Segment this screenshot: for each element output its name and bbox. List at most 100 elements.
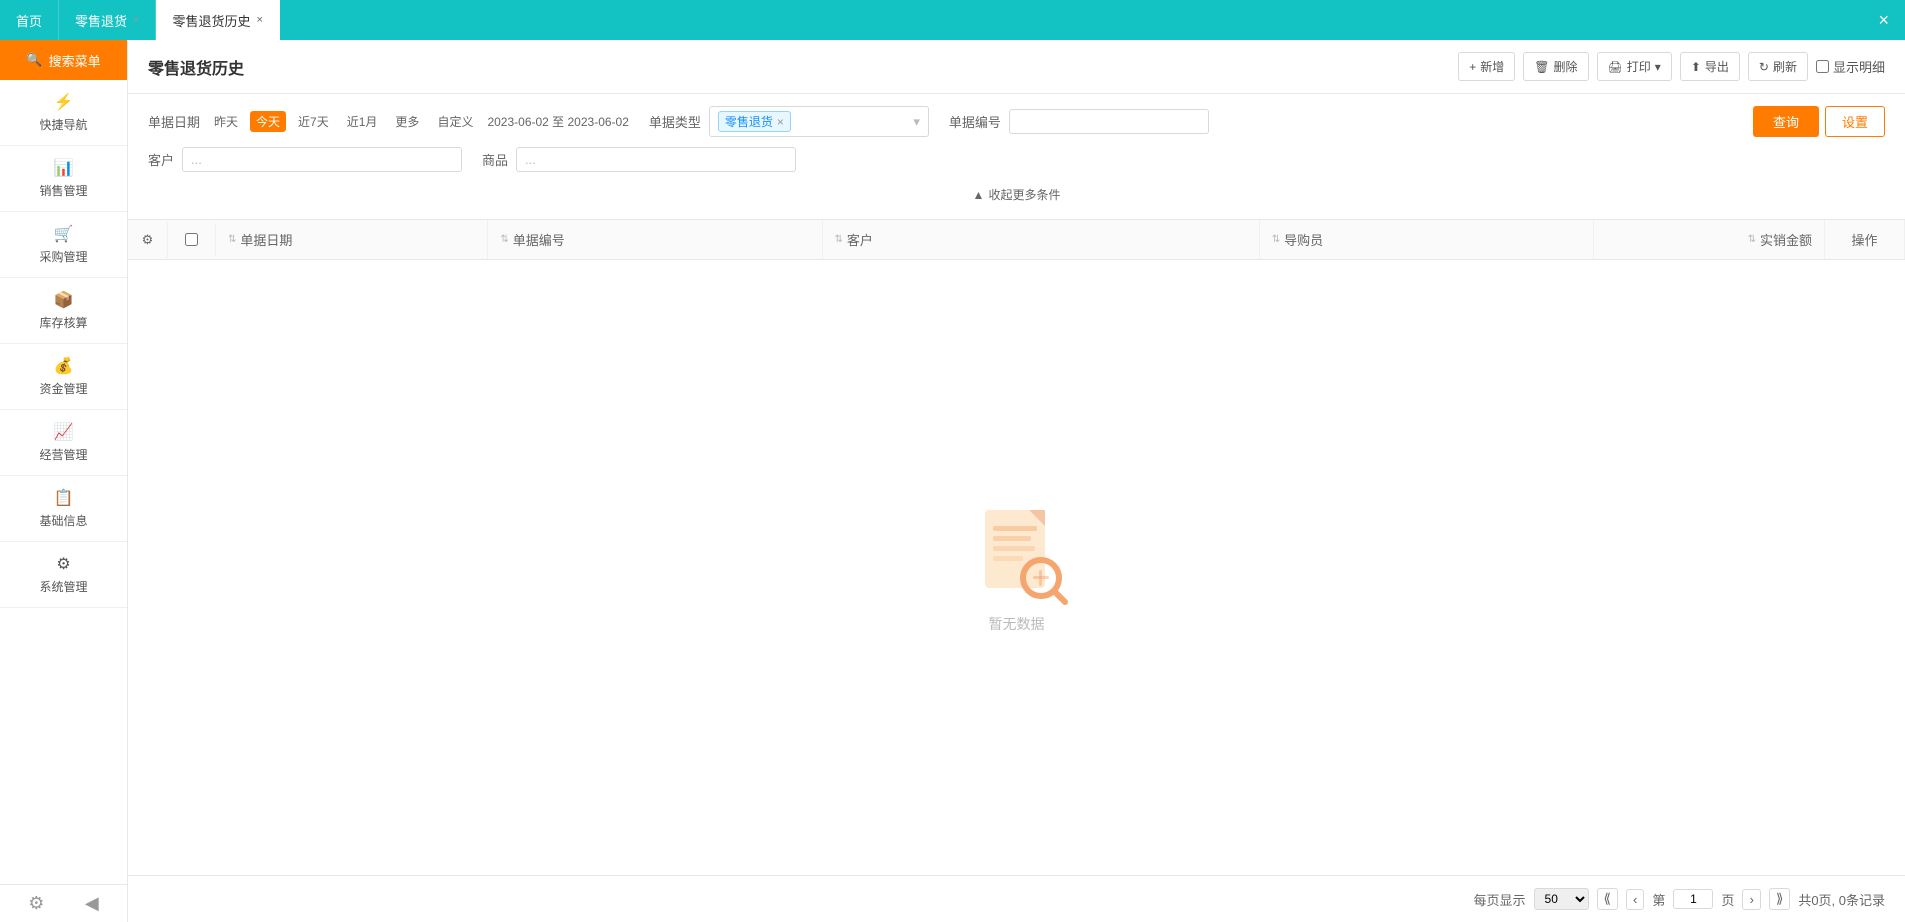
sidebar-item-finance[interactable]: 💰 资金管理 bbox=[0, 344, 127, 410]
type-dropdown-icon: ▾ bbox=[913, 114, 920, 130]
filter-type: 单据类型 零售退货 × ▾ bbox=[649, 106, 929, 137]
content-area: 零售退货历史 + 新增 🗑 删除 🖨 打印 ▾ bbox=[128, 40, 1905, 922]
delete-button[interactable]: 🗑 删除 bbox=[1523, 52, 1588, 81]
date-filter-label: 单据日期 bbox=[148, 112, 200, 131]
collapse-button[interactable]: ▲ 收起更多条件 bbox=[973, 186, 1061, 203]
select-all-checkbox[interactable] bbox=[185, 233, 198, 246]
toolbar: + 新增 🗑 删除 🖨 打印 ▾ ⬆ 导出 bbox=[1458, 52, 1885, 81]
collapse-row: ▲ 收起更多条件 bbox=[148, 182, 1885, 207]
operations-icon: 📈 bbox=[54, 422, 74, 442]
page-last-btn[interactable]: ⟫ bbox=[1769, 888, 1790, 910]
th-customer[interactable]: ⇅ 客户 bbox=[823, 220, 1260, 259]
th-settings[interactable]: ⚙ bbox=[128, 222, 168, 258]
sort-num-icon: ⇅ bbox=[500, 234, 508, 245]
tab-home[interactable]: 首页 bbox=[0, 0, 59, 40]
show-detail-label[interactable]: 显示明细 bbox=[1816, 57, 1885, 76]
date-filter-buttons: 昨天 今天 近7天 近1月 更多 自定义 bbox=[208, 111, 479, 132]
sidebar-item-finance-label: 资金管理 bbox=[39, 380, 87, 397]
sales-icon: 📊 bbox=[54, 158, 74, 178]
show-detail-checkbox[interactable] bbox=[1816, 60, 1829, 73]
page-number-input[interactable] bbox=[1673, 889, 1713, 909]
page-prev-btn[interactable]: ‹ bbox=[1626, 889, 1644, 910]
add-button[interactable]: + 新增 bbox=[1458, 52, 1515, 81]
sidebar-item-sales-label: 销售管理 bbox=[39, 182, 87, 199]
sidebar-item-system[interactable]: ⚙ 系统管理 bbox=[0, 542, 127, 608]
th-action-label: 操作 bbox=[1851, 230, 1877, 249]
sidebar-search[interactable]: 🔍 搜索菜单 bbox=[0, 40, 127, 80]
settings-button[interactable]: 设置 bbox=[1825, 106, 1885, 137]
filter-customer: 客户 bbox=[148, 147, 462, 172]
type-tag-text: 零售退货 bbox=[725, 113, 773, 130]
tab-retail-return-history-label: 零售退货历史 bbox=[172, 11, 250, 30]
sidebar-item-inventory-label: 库存核算 bbox=[39, 314, 87, 331]
purchase-icon: 🛒 bbox=[54, 224, 74, 244]
print-label: 打印 bbox=[1627, 58, 1651, 75]
page-title: 零售退货历史 bbox=[148, 55, 244, 79]
refresh-icon: ↻ bbox=[1759, 60, 1769, 74]
refresh-label: 刷新 bbox=[1773, 58, 1797, 75]
date-btn-more[interactable]: 更多 bbox=[389, 111, 425, 132]
th-action: 操作 bbox=[1825, 220, 1905, 259]
sidebar-bottom: ⚙ ◀ bbox=[0, 884, 127, 922]
sidebar-collapse-icon[interactable]: ◀ bbox=[85, 893, 99, 914]
sidebar-item-inventory[interactable]: 📦 库存核算 bbox=[0, 278, 127, 344]
num-filter-input[interactable] bbox=[1009, 109, 1209, 134]
sidebar-item-system-label: 系统管理 bbox=[39, 578, 87, 595]
tab-retail-return-history[interactable]: 零售退货历史 × bbox=[156, 0, 279, 40]
sidebar-item-quick-nav[interactable]: ⚡ 快捷导航 bbox=[0, 80, 127, 146]
refresh-button[interactable]: ↻ 刷新 bbox=[1748, 52, 1808, 81]
empty-svg bbox=[967, 502, 1077, 612]
type-select[interactable]: 零售退货 × ▾ bbox=[709, 106, 929, 137]
empty-illustration bbox=[967, 502, 1067, 602]
th-checkbox[interactable] bbox=[168, 223, 216, 256]
tab-retail-return-close[interactable]: × bbox=[133, 14, 139, 26]
empty-text: 暂无数据 bbox=[989, 614, 1045, 634]
filter-date: 单据日期 昨天 今天 近7天 近1月 更多 自定义 2023-06-02 至 2… bbox=[148, 111, 629, 132]
date-btn-1month[interactable]: 近1月 bbox=[341, 111, 384, 132]
filter-row-2: 客户 商品 bbox=[148, 147, 1885, 172]
table-header: ⚙ ⇅ 单据日期 ⇅ 单据编号 ⇅ 客户 ⇅ bbox=[128, 220, 1905, 260]
collapse-icon: ▲ bbox=[973, 188, 985, 202]
sidebar-item-purchase[interactable]: 🛒 采购管理 bbox=[0, 212, 127, 278]
window-close-icon[interactable]: × bbox=[1878, 10, 1889, 31]
settings-gear-icon[interactable]: ⚙ bbox=[28, 893, 44, 914]
export-button[interactable]: ⬆ 导出 bbox=[1680, 52, 1740, 81]
th-date-label: 单据日期 bbox=[240, 230, 292, 249]
page-suffix: 页 bbox=[1721, 890, 1734, 909]
customer-filter-input[interactable] bbox=[182, 147, 462, 172]
th-amount[interactable]: ⇅ 实销金额 bbox=[1594, 220, 1825, 259]
export-icon: ⬆ bbox=[1691, 60, 1701, 74]
print-icon: 🖨 bbox=[1608, 60, 1623, 74]
date-btn-today[interactable]: 今天 bbox=[250, 111, 286, 132]
print-button[interactable]: 🖨 打印 ▾ bbox=[1597, 52, 1672, 81]
sort-guide-icon: ⇅ bbox=[1272, 234, 1280, 245]
topbar-right: × bbox=[1878, 10, 1905, 31]
sidebar-item-base-info[interactable]: 📋 基础信息 bbox=[0, 476, 127, 542]
page-next-btn[interactable]: › bbox=[1742, 889, 1760, 910]
query-button[interactable]: 查询 bbox=[1753, 106, 1819, 137]
sidebar-search-label: 搜索菜单 bbox=[49, 51, 101, 70]
th-customer-label: 客户 bbox=[847, 230, 873, 249]
sidebar-item-operations[interactable]: 📈 经营管理 bbox=[0, 410, 127, 476]
show-detail-text: 显示明细 bbox=[1833, 57, 1885, 76]
date-btn-custom[interactable]: 自定义 bbox=[431, 111, 479, 132]
th-guide[interactable]: ⇅ 导购员 bbox=[1260, 220, 1594, 259]
filter-row-1: 单据日期 昨天 今天 近7天 近1月 更多 自定义 2023-06-02 至 2… bbox=[148, 106, 1885, 137]
tab-retail-return-history-close[interactable]: × bbox=[256, 14, 262, 26]
delete-label: 删除 bbox=[1554, 58, 1578, 75]
date-btn-yesterday[interactable]: 昨天 bbox=[208, 111, 244, 132]
sidebar-item-base-info-label: 基础信息 bbox=[39, 512, 87, 529]
tab-retail-return[interactable]: 零售退货 × bbox=[59, 0, 156, 40]
page-header: 零售退货历史 + 新增 🗑 删除 🖨 打印 ▾ bbox=[128, 40, 1905, 94]
type-filter-label: 单据类型 bbox=[649, 112, 701, 131]
per-page-select[interactable]: 50 20 100 bbox=[1534, 888, 1589, 910]
th-date[interactable]: ⇅ 单据日期 bbox=[216, 220, 488, 259]
goods-filter-input[interactable] bbox=[516, 147, 796, 172]
print-dropdown-icon: ▾ bbox=[1655, 60, 1661, 74]
th-num[interactable]: ⇅ 单据编号 bbox=[488, 220, 822, 259]
collapse-label: 收起更多条件 bbox=[988, 186, 1060, 203]
page-first-btn[interactable]: ⟪ bbox=[1597, 888, 1618, 910]
date-btn-7days[interactable]: 近7天 bbox=[292, 111, 335, 132]
sidebar-item-sales[interactable]: 📊 销售管理 bbox=[0, 146, 127, 212]
type-tag-close[interactable]: × bbox=[777, 115, 784, 129]
